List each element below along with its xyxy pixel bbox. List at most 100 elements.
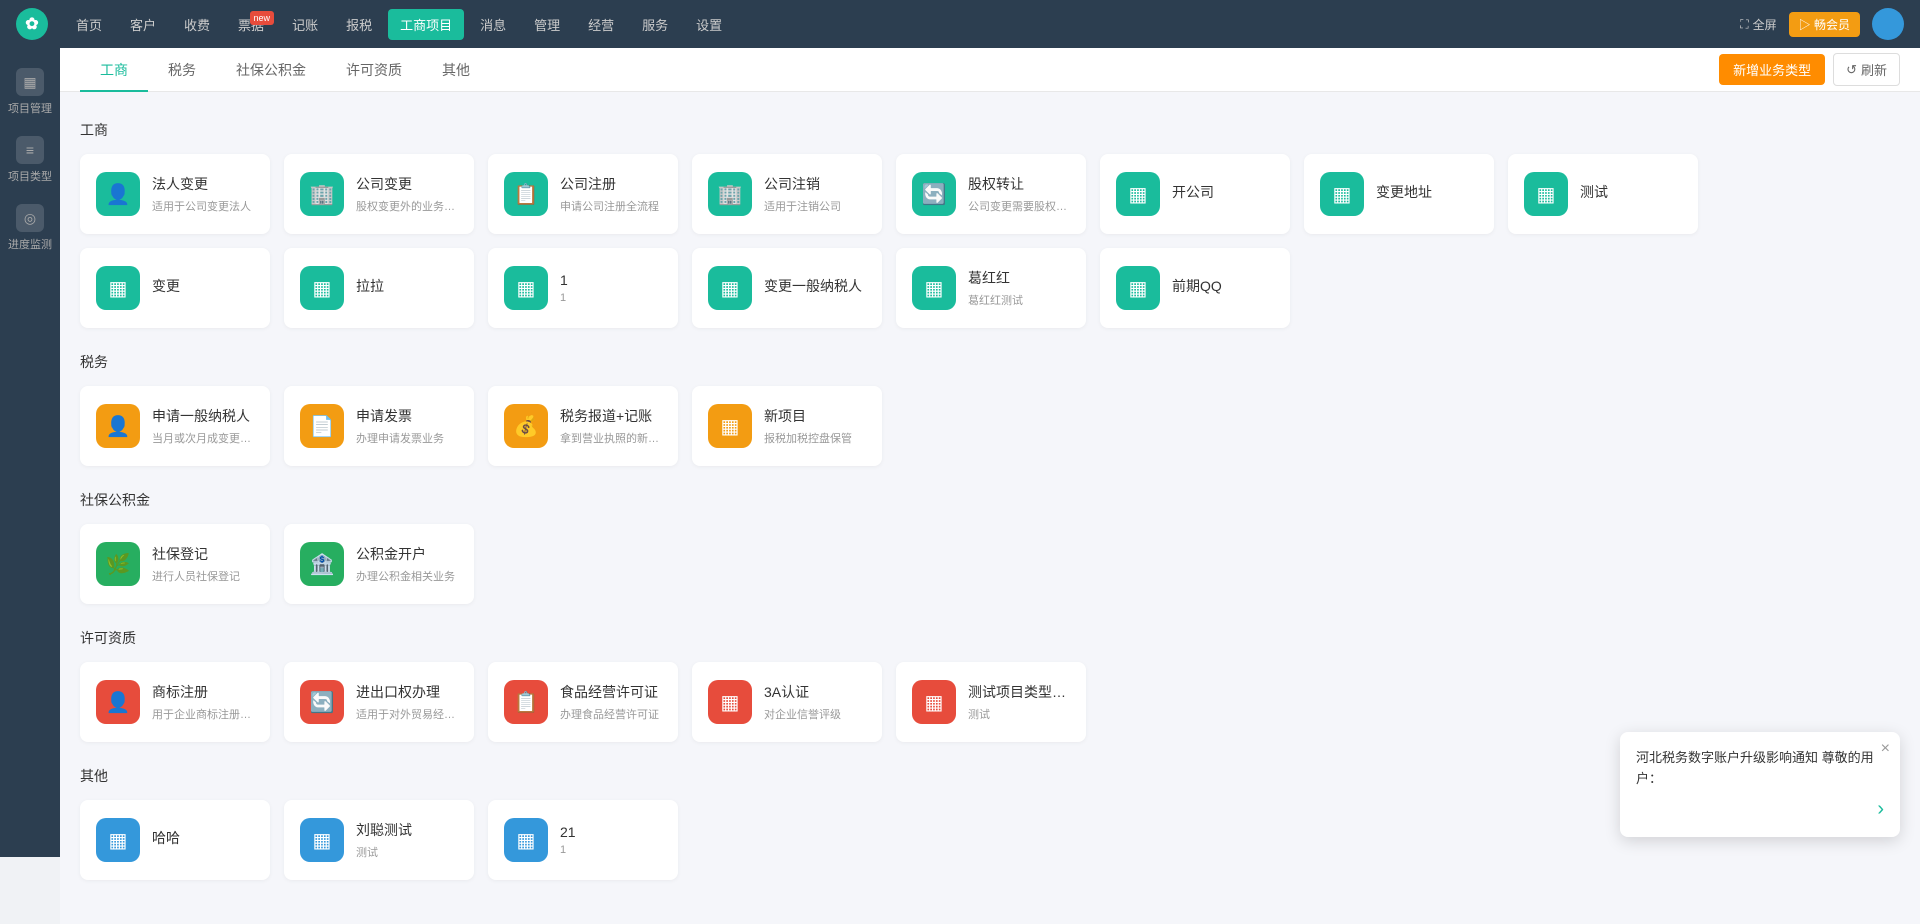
- card-fund-account[interactable]: 🏦 公积金开户 办理公积金相关业务: [284, 524, 474, 604]
- nav-item-fee[interactable]: 收费: [172, 9, 222, 40]
- tab-license[interactable]: 许可资质: [326, 48, 422, 92]
- card-icon: ▦: [96, 266, 140, 310]
- nav-item-management[interactable]: 管理: [522, 9, 572, 40]
- card-company-cancel[interactable]: 🏢 公司注销 适用于注销公司: [692, 154, 882, 234]
- card-desc: 股权变更外的业务变更: [356, 198, 458, 214]
- card-desc: 对企业信誉评级: [764, 706, 866, 722]
- notification-arrow: ›: [1636, 798, 1884, 821]
- card-icon: ▦: [1116, 266, 1160, 310]
- card-change-address[interactable]: ▦ 变更地址: [1304, 154, 1494, 234]
- notification-popup: × 河北税务数字账户升级影响通知 尊敬的用户： ›: [1620, 732, 1900, 837]
- nav-item-service[interactable]: 服务: [630, 9, 680, 40]
- card-desc: 用于企业商标注册服务: [152, 706, 254, 722]
- card-icon: ▦: [1116, 172, 1160, 216]
- license-cards: 👤 商标注册 用于企业商标注册服务 🔄 进出口权办理 适用于对外贸易经营者 📋 …: [80, 662, 1900, 742]
- nav-item-settings[interactable]: 设置: [684, 9, 734, 40]
- tab-bar: 工商 税务 社保公积金 许可资质 其他 新增业务类型 ↺ 刷新: [60, 48, 1920, 92]
- nav-item-message[interactable]: 消息: [468, 9, 518, 40]
- card-name: 股权转让: [968, 174, 1070, 194]
- sidebar-item-progress-monitor[interactable]: ◎ 进度监测: [4, 196, 56, 260]
- card-1[interactable]: ▦ 1 1: [488, 248, 678, 328]
- card-3a-certification[interactable]: ▦ 3A认证 对企业信誉评级: [692, 662, 882, 742]
- nav-item-accounting[interactable]: 记账: [280, 9, 330, 40]
- industry-cards: 👤 法人变更 适用于公司变更法人 🏢 公司变更 股权变更外的业务变更 📋 公司注…: [80, 154, 1900, 328]
- nav-right: ⛶ 全屏 ▷ 畅会员: [1740, 8, 1904, 40]
- card-ge-honghong[interactable]: ▦ 葛红红 葛红红测试: [896, 248, 1086, 328]
- new-type-button[interactable]: 新增业务类型: [1719, 54, 1825, 85]
- card-new-project[interactable]: ▦ 新项目 报税加税控盘保管: [692, 386, 882, 466]
- refresh-button[interactable]: ↺ 刷新: [1833, 53, 1900, 86]
- play-icon: ▷: [1799, 18, 1811, 32]
- card-apply-general-taxpayer[interactable]: 👤 申请一般纳税人 当月或次月成变更完成: [80, 386, 270, 466]
- card-21[interactable]: ▦ 21 1: [488, 800, 678, 880]
- card-food-license[interactable]: 📋 食品经营许可证 办理食品经营许可证: [488, 662, 678, 742]
- fullscreen-icon: ⛶: [1740, 17, 1748, 32]
- card-trademark[interactable]: 👤 商标注册 用于企业商标注册服务: [80, 662, 270, 742]
- card-lala[interactable]: ▦ 拉拉: [284, 248, 474, 328]
- card-company-change[interactable]: 🏢 公司变更 股权变更外的业务变更: [284, 154, 474, 234]
- card-icon: 🏦: [300, 542, 344, 586]
- card-icon: ▦: [708, 266, 752, 310]
- card-desc: 申请公司注册全流程: [560, 198, 662, 214]
- card-desc: 测试: [968, 706, 1070, 722]
- nav-item-industry[interactable]: 工商项目: [388, 9, 464, 40]
- member-btn[interactable]: ▷ 畅会员: [1789, 12, 1860, 37]
- card-name: 税务报道+记账: [560, 406, 662, 426]
- card-open-company[interactable]: ▦ 开公司: [1100, 154, 1290, 234]
- avatar[interactable]: [1872, 8, 1904, 40]
- card-icon: 👤: [96, 404, 140, 448]
- tab-tax[interactable]: 税务: [148, 48, 216, 92]
- card-equity-transfer[interactable]: 🔄 股权转让 公司变更需要股权转让: [896, 154, 1086, 234]
- card-change-taxpayer[interactable]: ▦ 变更一般纳税人: [692, 248, 882, 328]
- card-apply-invoice[interactable]: 📄 申请发票 办理申请发票业务: [284, 386, 474, 466]
- card-company-register[interactable]: 📋 公司注册 申请公司注册全流程: [488, 154, 678, 234]
- sidebar-item-project-management[interactable]: ▦ 项目管理: [4, 60, 56, 124]
- card-import-export[interactable]: 🔄 进出口权办理 适用于对外贸易经营者: [284, 662, 474, 742]
- card-desc: 办理公积金相关业务: [356, 568, 458, 584]
- section-title-social: 社保公积金: [80, 490, 1900, 510]
- card-icon: ▦: [912, 680, 956, 724]
- tab-social[interactable]: 社保公积金: [216, 48, 326, 92]
- card-social-register[interactable]: 🌿 社保登记 进行人员社保登记: [80, 524, 270, 604]
- nav-item-customer[interactable]: 客户: [118, 9, 168, 40]
- top-nav: ✿ 首页 客户 收费 票据 new 记账 报税 工商项目 消息 管理 经营 服务…: [0, 0, 1920, 48]
- notification-text: 河北税务数字账户升级影响通知 尊敬的用户：: [1636, 748, 1884, 790]
- nav-item-tax[interactable]: 报税: [334, 9, 384, 40]
- card-name: 刘聪测试: [356, 820, 458, 840]
- nav-logo[interactable]: ✿: [16, 8, 48, 40]
- card-name: 新项目: [764, 406, 866, 426]
- card-icon: ▦: [96, 818, 140, 862]
- notification-close[interactable]: ×: [1881, 740, 1890, 758]
- sidebar-item-project-type[interactable]: ≡ 项目类型: [4, 128, 56, 192]
- card-legal-person-change[interactable]: 👤 法人变更 适用于公司变更法人: [80, 154, 270, 234]
- tab-industry[interactable]: 工商: [80, 48, 148, 92]
- project-management-icon: ▦: [16, 68, 44, 96]
- card-icon: 📄: [300, 404, 344, 448]
- project-type-icon: ≡: [16, 136, 44, 164]
- card-desc: 葛红红测试: [968, 292, 1070, 308]
- fullscreen-btn[interactable]: ⛶ 全屏: [1740, 16, 1776, 33]
- card-early-qq[interactable]: ▦ 前期QQ: [1100, 248, 1290, 328]
- tab-other[interactable]: 其他: [422, 48, 490, 92]
- card-test[interactable]: ▦ 测试: [1508, 154, 1698, 234]
- card-desc: 拿到营业执照的新公司: [560, 430, 662, 446]
- nav-item-operation[interactable]: 经营: [576, 9, 626, 40]
- card-change[interactable]: ▦ 变更: [80, 248, 270, 328]
- card-desc: 测试: [356, 844, 458, 860]
- card-icon: ▦: [708, 404, 752, 448]
- card-name: 拉拉: [356, 276, 458, 296]
- card-liucong-test[interactable]: ▦ 刘聪测试 测试: [284, 800, 474, 880]
- nav-item-home[interactable]: 首页: [64, 9, 114, 40]
- card-test-type[interactable]: ▦ 测试项目类型自定义 测试: [896, 662, 1086, 742]
- card-desc: 1: [560, 844, 662, 856]
- card-name: 哈哈: [152, 828, 254, 848]
- card-tax-report[interactable]: 💰 税务报道+记账 拿到营业执照的新公司: [488, 386, 678, 466]
- card-name: 商标注册: [152, 682, 254, 702]
- card-icon: 👤: [96, 680, 140, 724]
- card-icon: 🔄: [300, 680, 344, 724]
- tax-cards: 👤 申请一般纳税人 当月或次月成变更完成 📄 申请发票 办理申请发票业务 💰 税…: [80, 386, 1900, 466]
- card-desc: 适用于注销公司: [764, 198, 866, 214]
- nav-item-ticket[interactable]: 票据 new: [226, 9, 276, 40]
- card-haha[interactable]: ▦ 哈哈: [80, 800, 270, 880]
- card-desc: 办理食品经营许可证: [560, 706, 662, 722]
